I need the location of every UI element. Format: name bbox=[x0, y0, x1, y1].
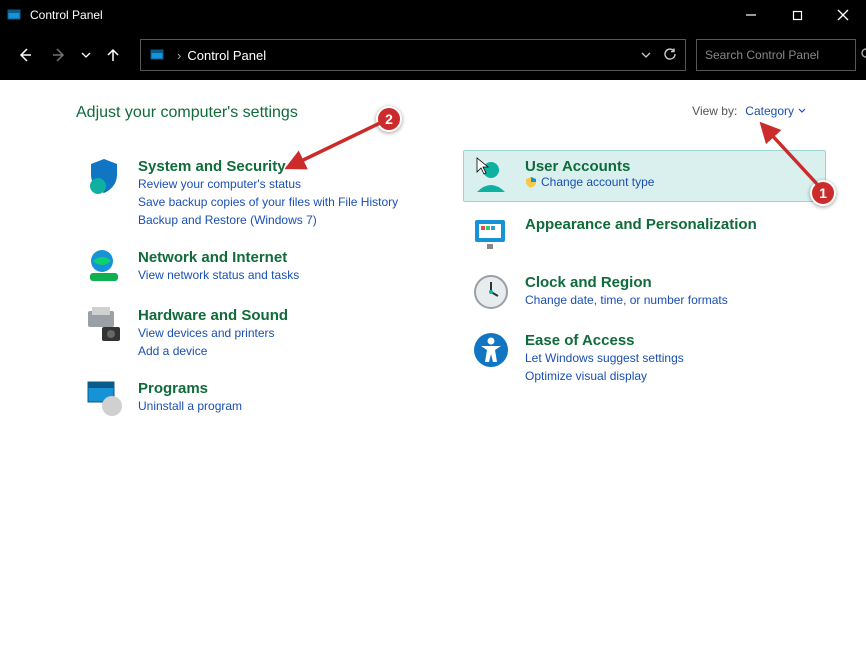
address-bar[interactable]: › Control Panel bbox=[140, 39, 686, 71]
cursor-icon bbox=[473, 156, 493, 176]
globe-icon bbox=[84, 247, 124, 287]
category-link[interactable]: Uninstall a program bbox=[138, 397, 242, 415]
search-icon[interactable] bbox=[860, 47, 866, 64]
category-title[interactable]: Ease of Access bbox=[525, 332, 635, 349]
category-title[interactable]: Hardware and Sound bbox=[138, 307, 288, 324]
view-by-dropdown[interactable]: Category bbox=[745, 104, 806, 118]
refresh-button[interactable] bbox=[663, 47, 677, 64]
category-link[interactable]: Change account type bbox=[525, 175, 654, 189]
right-column: User Accounts Change account type Appear… bbox=[463, 150, 826, 430]
category-link[interactable]: Change date, time, or number formats bbox=[525, 291, 728, 309]
address-dropdown-icon[interactable] bbox=[641, 48, 651, 63]
navbar: › Control Panel bbox=[0, 30, 866, 80]
programs-icon bbox=[84, 378, 124, 418]
annotation-badge-2: 2 bbox=[376, 106, 402, 132]
category-link[interactable]: Optimize visual display bbox=[525, 367, 684, 385]
up-button[interactable] bbox=[98, 40, 128, 70]
category-ease-of-access: Ease of Access Let Windows suggest setti… bbox=[463, 324, 826, 391]
category-link[interactable]: Save backup copies of your files with Fi… bbox=[138, 193, 398, 211]
search-box[interactable] bbox=[696, 39, 856, 71]
category-link[interactable]: Review your computer's status bbox=[138, 175, 398, 193]
forward-button[interactable] bbox=[44, 40, 74, 70]
view-by-control: View by: Category bbox=[692, 104, 806, 118]
category-network-internet: Network and Internet View network status… bbox=[76, 241, 439, 293]
recent-dropdown[interactable] bbox=[78, 40, 94, 70]
category-link[interactable]: Backup and Restore (Windows 7) bbox=[138, 211, 398, 229]
category-link[interactable]: View devices and printers bbox=[138, 324, 288, 342]
view-by-value: Category bbox=[745, 104, 794, 118]
maximize-button[interactable] bbox=[774, 0, 820, 30]
category-system-security: System and Security Review your computer… bbox=[76, 150, 439, 235]
category-link[interactable]: Let Windows suggest settings bbox=[525, 349, 684, 367]
window-title: Control Panel bbox=[28, 8, 728, 22]
control-panel-icon bbox=[149, 47, 165, 63]
chevron-down-icon bbox=[798, 107, 806, 115]
left-column: System and Security Review your computer… bbox=[76, 150, 439, 430]
monitor-icon bbox=[471, 214, 511, 254]
category-clock-region: Clock and Region Change date, time, or n… bbox=[463, 266, 826, 318]
category-title[interactable]: User Accounts bbox=[525, 158, 630, 175]
category-title[interactable]: Clock and Region bbox=[525, 274, 652, 291]
category-appearance: Appearance and Personalization bbox=[463, 208, 826, 260]
category-link[interactable]: Add a device bbox=[138, 342, 288, 360]
accessibility-icon bbox=[471, 330, 511, 370]
view-by-label: View by: bbox=[692, 104, 737, 118]
back-button[interactable] bbox=[10, 40, 40, 70]
search-input[interactable] bbox=[705, 48, 860, 62]
category-title[interactable]: Network and Internet bbox=[138, 249, 287, 266]
close-button[interactable] bbox=[820, 0, 866, 30]
category-link[interactable]: View network status and tasks bbox=[138, 266, 299, 284]
address-text[interactable]: Control Panel bbox=[187, 48, 641, 63]
shield-icon bbox=[84, 156, 124, 196]
titlebar: Control Panel bbox=[0, 0, 866, 30]
content-area: Adjust your computer's settings View by:… bbox=[0, 80, 866, 430]
minimize-button[interactable] bbox=[728, 0, 774, 30]
annotation-badge-1: 1 bbox=[810, 180, 836, 206]
breadcrumb-separator-icon: › bbox=[177, 48, 181, 63]
category-title[interactable]: System and Security bbox=[138, 158, 286, 175]
category-hardware-sound: Hardware and Sound View devices and prin… bbox=[76, 299, 439, 366]
category-programs: Programs Uninstall a program bbox=[76, 372, 439, 424]
category-title[interactable]: Appearance and Personalization bbox=[525, 216, 757, 233]
titlebar-app-icon bbox=[0, 8, 28, 22]
uac-shield-icon bbox=[525, 176, 537, 188]
clock-icon bbox=[471, 272, 511, 312]
printer-camera-icon bbox=[84, 305, 124, 345]
user-icon bbox=[471, 156, 511, 196]
category-title[interactable]: Programs bbox=[138, 380, 208, 397]
category-user-accounts: User Accounts Change account type bbox=[463, 150, 826, 202]
